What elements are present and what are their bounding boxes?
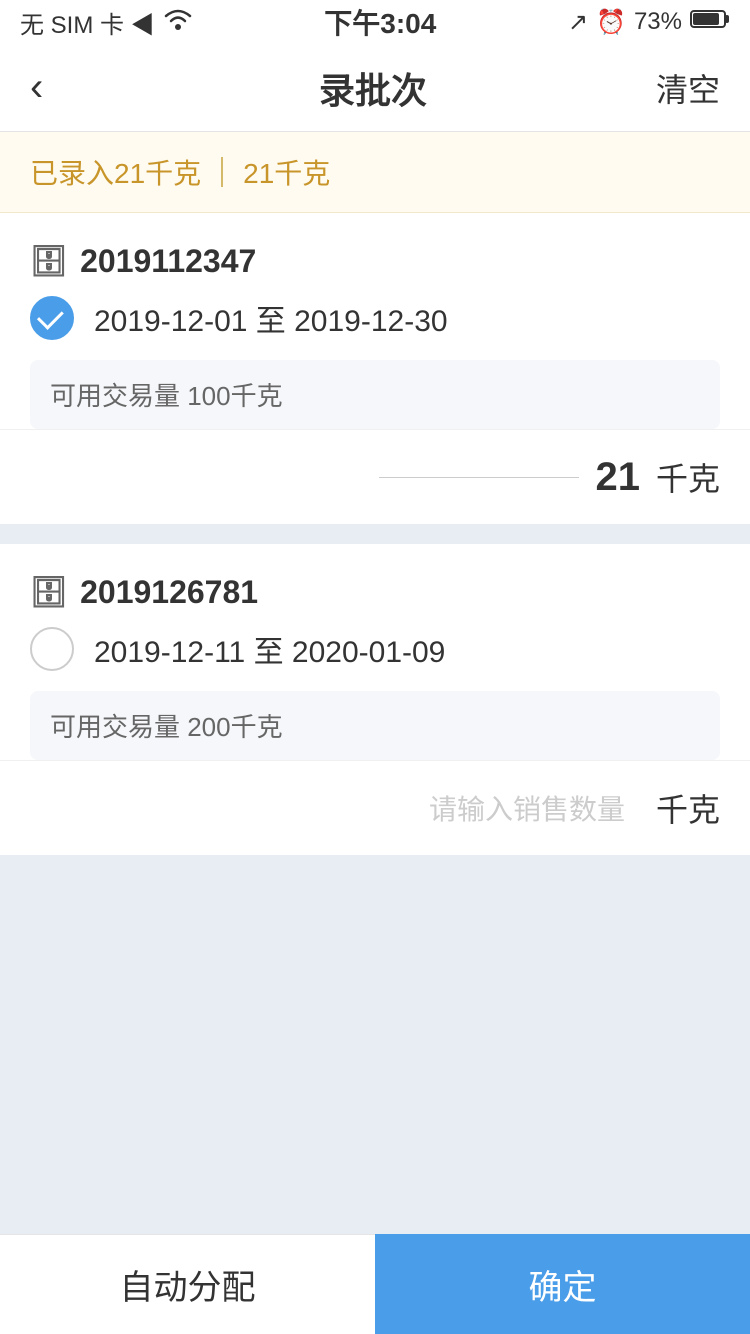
batch-2-radio[interactable] xyxy=(30,627,74,671)
batch-1-amount: 21 xyxy=(595,455,640,500)
batch-2-id: 2019126781 xyxy=(80,574,258,611)
status-right: ↗ ⏰ 73% xyxy=(568,8,730,37)
page-wrapper: 无 SIM 卡 ◀ 下午3:04 ↗ ⏰ 73% xyxy=(0,0,750,1334)
batch-1-row[interactable]: 2019-12-01 至 2019-12-30 xyxy=(30,296,720,340)
battery-icon xyxy=(690,8,730,37)
batch-2-date: 2019-12-11 至 2020-01-09 xyxy=(94,627,445,671)
batch-1-header: 🗄 2019112347 xyxy=(30,243,720,280)
batch-1-date: 2019-12-01 至 2019-12-30 xyxy=(94,296,448,340)
battery-level: 73% xyxy=(634,8,682,36)
batch-2-header: 🗄 2019126781 xyxy=(30,574,720,611)
batch-2-row[interactable]: 2019-12-11 至 2020-01-09 xyxy=(30,627,720,671)
alarm-icon: ⏰ xyxy=(596,8,626,37)
empty-content-area xyxy=(0,855,750,1234)
nav-bar: ‹ 录批次 清空 xyxy=(0,44,750,132)
quantity-input[interactable] xyxy=(390,790,640,827)
back-button[interactable]: ‹ xyxy=(30,65,90,110)
sim-label: 无 SIM 卡 ◀ xyxy=(20,5,155,40)
batch-2-unit: 千克 xyxy=(656,785,720,831)
batch-2-input-row: 千克 xyxy=(0,760,750,855)
page-title: 录批次 xyxy=(319,62,427,114)
status-time: 下午3:04 xyxy=(324,2,436,42)
total-amount: 21千克 xyxy=(243,152,330,192)
location-icon: ↗ xyxy=(568,8,588,37)
status-bar: 无 SIM 卡 ◀ 下午3:04 ↗ ⏰ 73% xyxy=(0,0,750,44)
batch-card-2: 🗄 2019126781 2019-12-11 至 2020-01-09 可用交… xyxy=(0,544,750,760)
section-separator xyxy=(0,524,750,544)
recorded-amount: 已录入21千克 xyxy=(30,152,201,192)
confirm-button[interactable]: 确定 xyxy=(375,1234,750,1334)
batch-icon-2: 🗄 xyxy=(30,575,68,610)
status-left: 无 SIM 卡 ◀ xyxy=(20,5,193,40)
bottom-bar: 自动分配 确定 xyxy=(0,1234,750,1334)
amount-underline xyxy=(379,477,579,478)
batch-card-1: 🗄 2019112347 2019-12-01 至 2019-12-30 可用交… xyxy=(0,213,750,429)
info-bar: 已录入21千克 21千克 xyxy=(0,132,750,213)
batch-1-unit: 千克 xyxy=(656,454,720,500)
wifi-icon xyxy=(163,8,193,37)
info-divider xyxy=(221,157,223,187)
batch-1-id: 2019112347 xyxy=(80,243,256,280)
batch-2-avail: 可用交易量 200千克 xyxy=(30,691,720,760)
batch-icon-1: 🗄 xyxy=(30,244,68,279)
batch-1-avail: 可用交易量 100千克 xyxy=(30,360,720,429)
auto-distribute-button[interactable]: 自动分配 xyxy=(0,1234,375,1334)
clear-button[interactable]: 清空 xyxy=(656,65,720,111)
batch-1-amount-row: 21 千克 xyxy=(0,429,750,524)
batch-1-radio[interactable] xyxy=(30,296,74,340)
